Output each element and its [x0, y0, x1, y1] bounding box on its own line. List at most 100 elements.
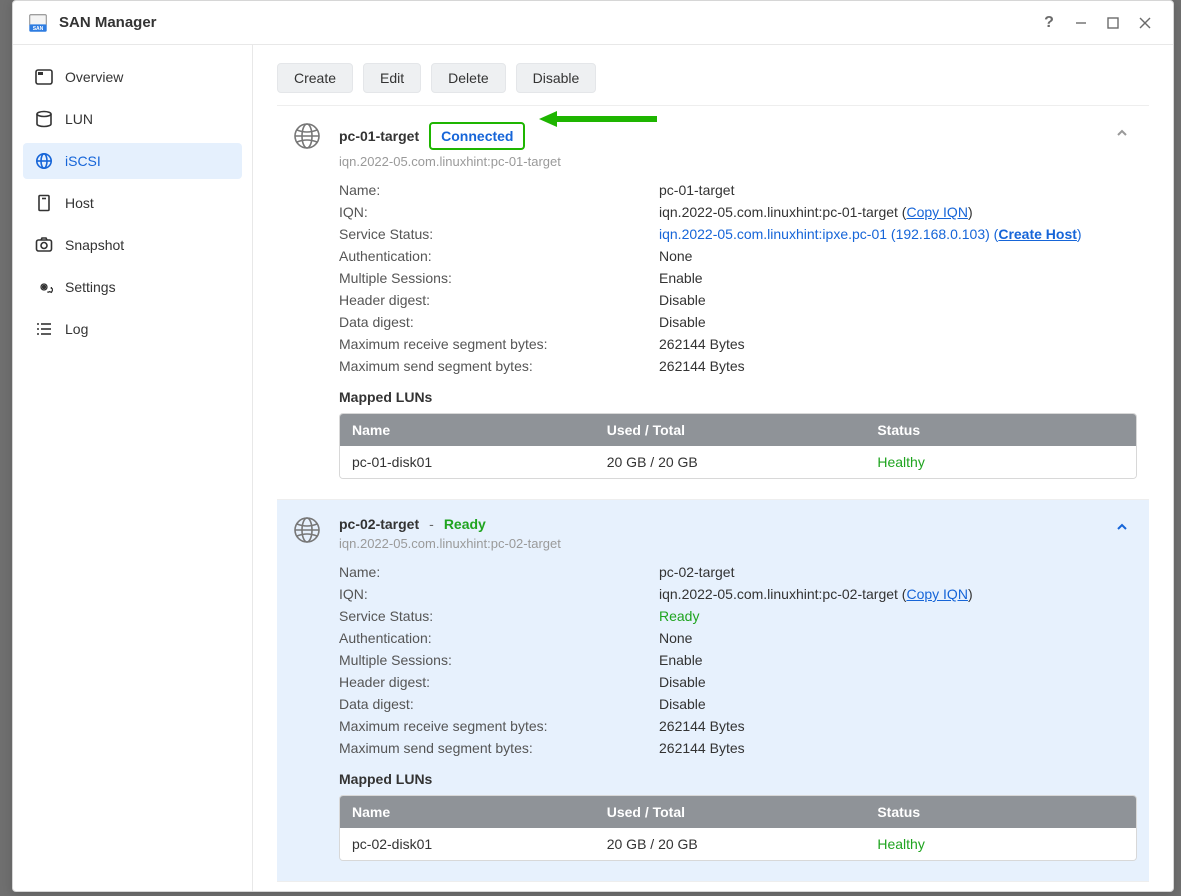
sidebar-item-label: LUN	[65, 111, 93, 127]
sidebar-item-log[interactable]: Log	[23, 311, 242, 347]
lun-name: pc-02-disk01	[340, 828, 595, 860]
target-title: pc-02-target	[339, 516, 419, 532]
app-icon: SAN	[27, 12, 49, 34]
target-details: Name:pc-01-target IQN:iqn.2022-05.com.li…	[339, 179, 1137, 377]
lun-status: Healthy	[865, 828, 1136, 860]
value-name: pc-01-target	[659, 182, 1137, 198]
col-header-status: Status	[865, 414, 1136, 446]
lun-table-row[interactable]: pc-01-disk01 20 GB / 20 GB Healthy	[340, 446, 1136, 478]
sidebar-item-label: Log	[65, 321, 88, 337]
globe-icon	[293, 516, 321, 544]
lun-table-header: Name Used / Total Status	[340, 796, 1136, 828]
target-iqn-sub: iqn.2022-05.com.linuxhint:pc-02-target	[339, 536, 1137, 551]
col-header-name: Name	[340, 796, 595, 828]
edit-button[interactable]: Edit	[363, 63, 421, 93]
lun-table: Name Used / Total Status pc-02-disk01 20…	[339, 795, 1137, 861]
value-max-recv: 262144 Bytes	[659, 336, 1137, 352]
sidebar-item-host[interactable]: Host	[23, 185, 242, 221]
target-iqn-sub: iqn.2022-05.com.linuxhint:pc-01-target	[339, 154, 1137, 169]
sidebar-item-settings[interactable]: Settings	[23, 269, 242, 305]
disable-button[interactable]: Disable	[516, 63, 597, 93]
label-iqn: IQN:	[339, 586, 659, 602]
value-iqn: iqn.2022-05.com.linuxhint:pc-02-target (…	[659, 586, 1137, 602]
label-hdr-digest: Header digest:	[339, 674, 659, 690]
help-button[interactable]: ?	[1035, 9, 1063, 37]
sidebar-item-overview[interactable]: Overview	[23, 59, 242, 95]
label-iqn: IQN:	[339, 204, 659, 220]
titlebar: SAN SAN Manager ?	[13, 1, 1173, 45]
value-max-send: 262144 Bytes	[659, 358, 1137, 374]
sidebar-item-label: Snapshot	[65, 237, 124, 253]
copy-iqn-link[interactable]: Copy IQN	[906, 204, 967, 220]
target-title: pc-01-target	[339, 128, 419, 144]
sidebar-item-snapshot[interactable]: Snapshot	[23, 227, 242, 263]
lun-used: 20 GB / 20 GB	[595, 446, 866, 478]
label-name: Name:	[339, 564, 659, 580]
toolbar: Create Edit Delete Disable	[277, 59, 1149, 106]
sidebar-item-label: Host	[65, 195, 94, 211]
label-auth: Authentication:	[339, 248, 659, 264]
value-auth: None	[659, 248, 1137, 264]
delete-button[interactable]: Delete	[431, 63, 505, 93]
value-max-send: 262144 Bytes	[659, 740, 1137, 756]
close-button[interactable]	[1131, 9, 1159, 37]
status-badge-connected: Connected	[429, 122, 525, 150]
label-service-status: Service Status:	[339, 226, 659, 242]
iscsi-icon	[35, 152, 53, 170]
target-card-pc-02[interactable]: pc-02-target - Ready iqn.2022-05.com.lin…	[277, 500, 1149, 882]
label-data-digest: Data digest:	[339, 314, 659, 330]
label-max-send: Maximum send segment bytes:	[339, 740, 659, 756]
lun-table-header: Name Used / Total Status	[340, 414, 1136, 446]
label-mult-sessions: Multiple Sessions:	[339, 652, 659, 668]
target-card-pc-01[interactable]: pc-01-target Connected iqn.2022-05.com.l…	[277, 106, 1149, 500]
gear-icon	[35, 278, 53, 296]
svg-text:SAN: SAN	[33, 25, 44, 31]
sidebar: Overview LUN iSCSI Host Snapshot Setting…	[13, 45, 253, 891]
label-mult-sessions: Multiple Sessions:	[339, 270, 659, 286]
sidebar-item-iscsi[interactable]: iSCSI	[23, 143, 242, 179]
mapped-luns-heading: Mapped LUNs	[339, 389, 1137, 405]
label-service-status: Service Status:	[339, 608, 659, 624]
col-header-used: Used / Total	[595, 414, 866, 446]
value-mult-sessions: Enable	[659, 652, 1137, 668]
value-auth: None	[659, 630, 1137, 646]
target-details: Name:pc-02-target IQN:iqn.2022-05.com.li…	[339, 561, 1137, 759]
label-hdr-digest: Header digest:	[339, 292, 659, 308]
collapse-toggle[interactable]	[1115, 520, 1129, 537]
host-icon	[35, 194, 53, 212]
value-max-recv: 262144 Bytes	[659, 718, 1137, 734]
col-header-used: Used / Total	[595, 796, 866, 828]
window-title: SAN Manager	[59, 14, 157, 31]
sidebar-item-lun[interactable]: LUN	[23, 101, 242, 137]
main-content: Create Edit Delete Disable pc-01-target …	[253, 45, 1173, 891]
sidebar-item-label: iSCSI	[65, 153, 101, 169]
snapshot-icon	[35, 236, 53, 254]
create-host-link[interactable]: Create Host	[998, 226, 1077, 242]
col-header-status: Status	[865, 796, 1136, 828]
col-header-name: Name	[340, 414, 595, 446]
label-data-digest: Data digest:	[339, 696, 659, 712]
collapse-toggle[interactable]	[1115, 126, 1129, 143]
status-separator: -	[429, 516, 434, 532]
lun-used: 20 GB / 20 GB	[595, 828, 866, 860]
value-hdr-digest: Disable	[659, 292, 1137, 308]
sidebar-item-label: Overview	[65, 69, 123, 85]
lun-table-row[interactable]: pc-02-disk01 20 GB / 20 GB Healthy	[340, 828, 1136, 860]
create-button[interactable]: Create	[277, 63, 353, 93]
label-auth: Authentication:	[339, 630, 659, 646]
value-service-status: Ready	[659, 608, 1137, 624]
globe-icon	[293, 122, 321, 150]
value-hdr-digest: Disable	[659, 674, 1137, 690]
value-data-digest: Disable	[659, 696, 1137, 712]
status-badge-ready: Ready	[444, 516, 486, 532]
minimize-button[interactable]	[1067, 9, 1095, 37]
sidebar-item-label: Settings	[65, 279, 116, 295]
value-iqn: iqn.2022-05.com.linuxhint:pc-01-target (…	[659, 204, 1137, 220]
label-name: Name:	[339, 182, 659, 198]
maximize-button[interactable]	[1099, 9, 1127, 37]
copy-iqn-link[interactable]: Copy IQN	[906, 586, 967, 602]
value-service-status: iqn.2022-05.com.linuxhint:ipxe.pc-01 (19…	[659, 226, 1137, 242]
san-manager-window: SAN SAN Manager ? Overview LUN iSCSI	[12, 0, 1174, 892]
mapped-luns-heading: Mapped LUNs	[339, 771, 1137, 787]
label-max-recv: Maximum receive segment bytes:	[339, 336, 659, 352]
